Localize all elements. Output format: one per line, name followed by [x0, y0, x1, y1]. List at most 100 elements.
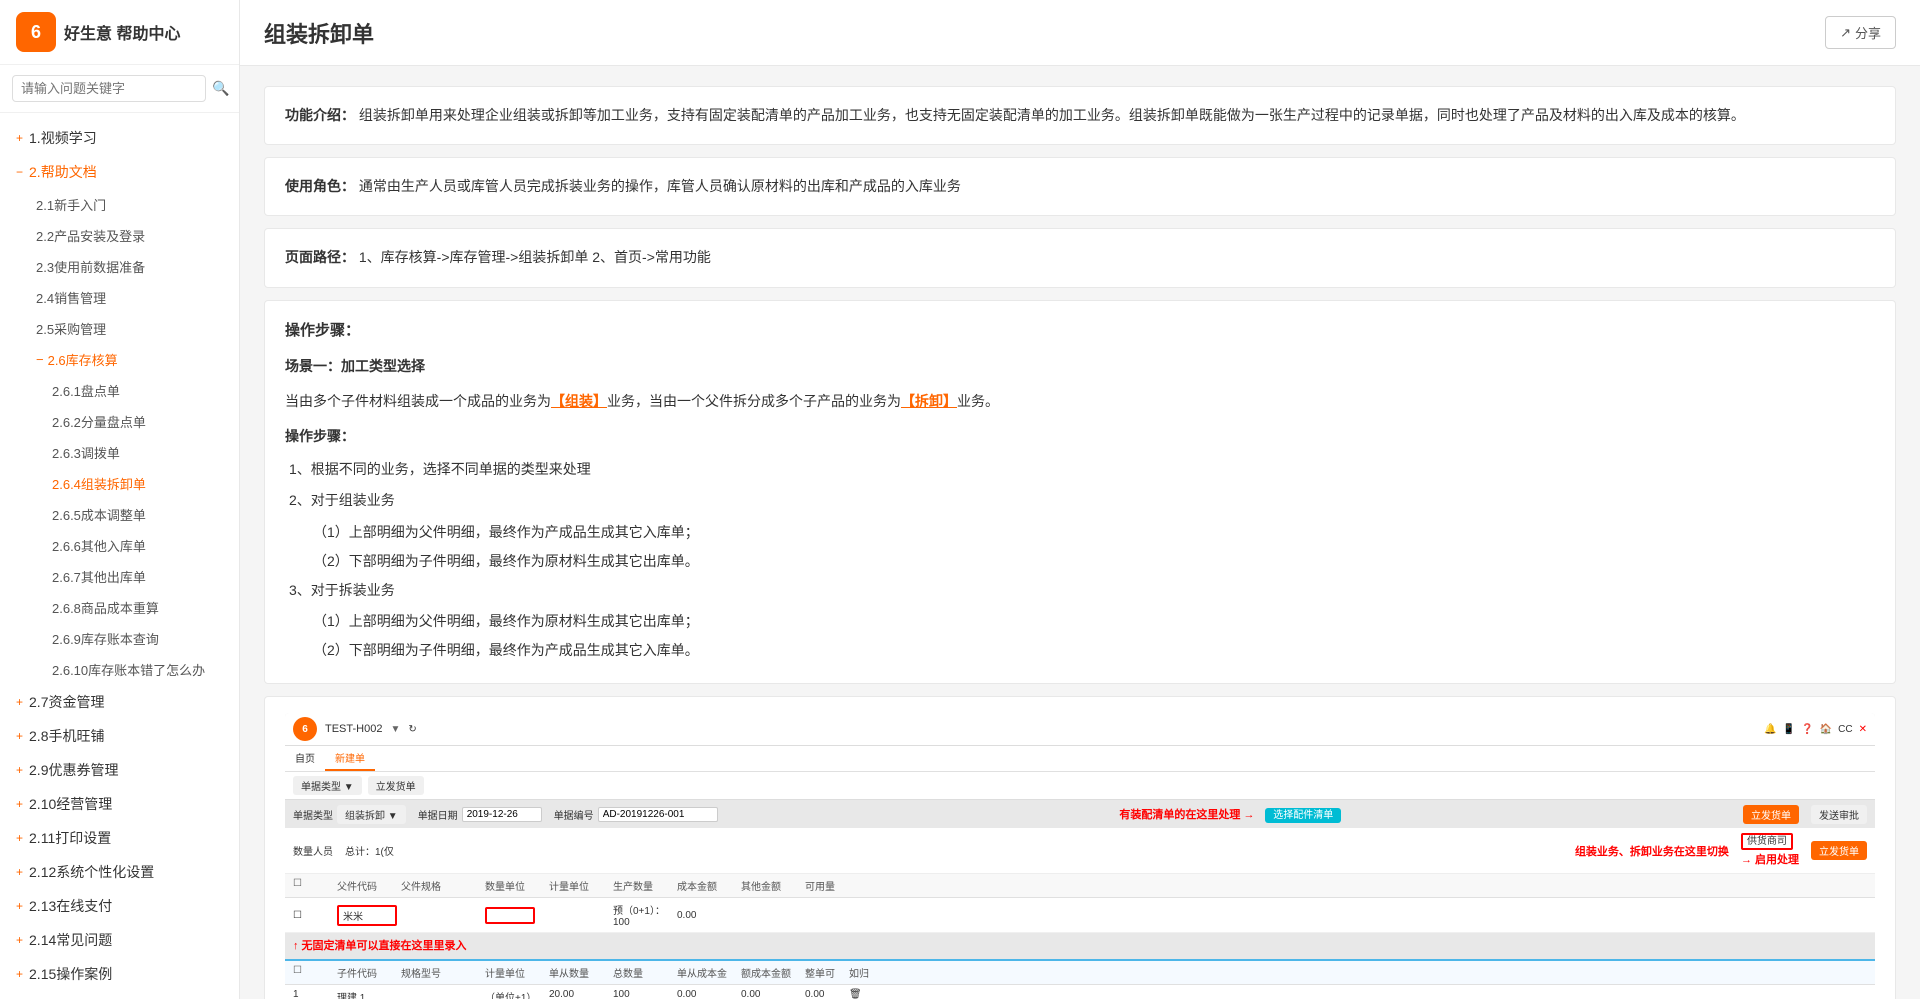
sidebar-item-2-6-5[interactable]: 2.6.5成本调整单: [0, 499, 239, 530]
sth-checkbox: ☐: [293, 965, 333, 980]
annotation-5-area: ↑ 无固定清单可以直接在这里里录入: [285, 933, 1875, 959]
sth-total-cost: 额成本金额: [741, 965, 801, 980]
minus-icon-2: −: [36, 352, 44, 367]
search-bar: 🔍: [0, 65, 239, 113]
mock-process-btn[interactable]: 立发货单: [1811, 841, 1867, 860]
mock-type-value[interactable]: 组装拆卸 ▼: [337, 805, 406, 824]
app-title: 好生意 帮助中心: [64, 20, 180, 44]
assemble-link[interactable]: 【组装】: [551, 393, 607, 409]
sidebar-item-2-3[interactable]: 2.3使用前数据准备: [0, 251, 239, 282]
sth-code: 子件代码: [337, 965, 397, 980]
td-code: 米米: [337, 905, 397, 926]
plus-icon-2-8: +: [16, 729, 23, 743]
mock-icon-1: 🔔: [1764, 724, 1776, 735]
role-text: 通常由生产人员或库管人员完成拆装业务的操作，库管人员确认原材料的出库和产成品的入…: [359, 178, 961, 194]
sidebar-item-video[interactable]: + 1.视频学习: [0, 121, 239, 155]
assemble-substeps: （1）上部明细为父件明细，最终作为产成品生成其它入库单； （2）下部明细为子件明…: [289, 520, 1875, 574]
path-text: 1、库存核算->库存管理->组装拆卸单 2、首页->常用功能: [359, 249, 711, 265]
sidebar-item-2-12[interactable]: + 2.12系统个性化设置: [0, 855, 239, 889]
sidebar-item-2-6-9[interactable]: 2.6.9库存账本查询: [0, 623, 239, 654]
sth-batch: 整单可: [805, 965, 845, 980]
sidebar-item-2-6-8[interactable]: 2.6.8商品成本重算: [0, 592, 239, 623]
intro-label: 功能介绍：: [285, 107, 355, 123]
sth-total-qty: 总数量: [613, 965, 673, 980]
search-input[interactable]: [12, 75, 206, 102]
sidebar-item-2-5[interactable]: 2.5采购管理: [0, 313, 239, 344]
mock-number-label: 单据编号: [554, 807, 594, 822]
mock-titlebar-text: TEST-H002: [325, 723, 382, 735]
td-unit-input[interactable]: [485, 907, 535, 924]
sidebar-item-2-6-7[interactable]: 2.6.7其他出库单: [0, 561, 239, 592]
annotation-4-wrapper: → 启用处理: [1741, 849, 1799, 869]
mock-form-row: 单据类型 组装拆卸 ▼ 单据日期 单据编号 有装配清单的在这里处理 → 选择配件…: [285, 800, 1875, 828]
share-button[interactable]: ↗ 分享: [1825, 16, 1896, 49]
plus-icon-2-7: +: [16, 695, 23, 709]
mock-red-input[interactable]: 供货商司: [1741, 833, 1793, 850]
mock-annotation-area: 有装配清单的在这里处理 → 选择配件清单: [730, 804, 1731, 824]
mock-confirm-btn[interactable]: 立发货单: [1743, 805, 1799, 824]
mock-icon-4: 🏠: [1820, 724, 1832, 735]
sidebar-item-2-10[interactable]: + 2.10经营管理: [0, 787, 239, 821]
search-icon[interactable]: 🔍: [212, 80, 229, 97]
plus-icon-2-11: +: [16, 831, 23, 845]
sidebar-item-2-9[interactable]: + 2.9优惠券管理: [0, 753, 239, 787]
sidebar-item-2-2[interactable]: 2.2产品安装及登录: [0, 220, 239, 251]
mock-annotation-4: 供货商司 → 启用处理: [1741, 832, 1799, 869]
sidebar-item-2-7[interactable]: + 2.7资金管理: [0, 685, 239, 719]
sidebar-item-docs[interactable]: − 2.帮助文档: [0, 155, 239, 189]
sidebar-item-2-14[interactable]: + 2.14常见问题: [0, 923, 239, 957]
sidebar-item-2-6-6[interactable]: 2.6.6其他入库单: [0, 530, 239, 561]
mock-subtable-row-1: 1 理建 1 （单位+1） 20.00 100 0.00 0.00 0.00 🗑: [285, 985, 1875, 999]
main-header: 组装拆卸单 ↗ 分享: [240, 0, 1920, 66]
mock-close[interactable]: ✕: [1859, 724, 1867, 735]
minus-icon: −: [16, 165, 23, 179]
path-label: 页面路径：: [285, 249, 355, 265]
sidebar-item-2-6-1[interactable]: 2.6.1盘点单: [0, 375, 239, 406]
plus-icon-2-12: +: [16, 865, 23, 879]
sidebar-item-2-4[interactable]: 2.4销售管理: [0, 282, 239, 313]
scene1-title: 场景一：加工类型选择: [285, 358, 425, 374]
mock-user: CC: [1838, 724, 1852, 735]
app-logo: 6: [16, 12, 56, 52]
sidebar-item-2-15[interactable]: + 2.15操作案例: [0, 957, 239, 991]
plus-icon-2-14: +: [16, 933, 23, 947]
step-2: 2、对于组装业务: [289, 488, 1875, 513]
th-other: 其他金额: [741, 878, 801, 893]
mock-date-input[interactable]: [462, 807, 542, 822]
mock-extra-btn[interactable]: 发送审批: [1811, 805, 1867, 824]
mock-tab-home[interactable]: 自页: [285, 746, 325, 771]
mock-select-btn[interactable]: 选择配件清单: [1265, 808, 1341, 823]
sidebar-header: 6 好生意 帮助中心: [0, 0, 239, 65]
mock-btn-type[interactable]: 单据类型 ▼: [293, 776, 362, 795]
mock-btn-action[interactable]: 立发货单: [368, 776, 424, 795]
sidebar-item-2-11[interactable]: + 2.11打印设置: [0, 821, 239, 855]
sidebar-item-2-6[interactable]: − 2.6库存核算: [0, 344, 239, 375]
sidebar-item-2-1[interactable]: 2.1新手入门: [0, 189, 239, 220]
assemble-step-2: （2）下部明细为子件明细，最终作为原材料生成其它出库单。: [313, 549, 1875, 574]
mock-type-label: 单据类型: [293, 807, 333, 822]
mock-table-header: ☐ 父件代码 父件规格 数量单位 计量单位 生产数量 成本金额 其他金额 可用量: [285, 874, 1875, 898]
th-code: 父件代码: [337, 878, 397, 893]
sidebar-item-2-13[interactable]: + 2.13在线支付: [0, 889, 239, 923]
sidebar-item-2-6-4[interactable]: 2.6.4组装拆卸单: [0, 468, 239, 499]
sidebar-item-2-6-3[interactable]: 2.6.3调拨单: [0, 437, 239, 468]
annotation-3-text: 组装业务、拆卸业务在这里切换: [1575, 843, 1729, 859]
mock-tab-new[interactable]: 新建单: [325, 746, 375, 771]
sidebar-item-2-8[interactable]: + 2.8手机旺铺: [0, 719, 239, 753]
disassemble-link[interactable]: 【拆卸】: [901, 393, 957, 409]
mock-logo: 6: [293, 717, 317, 741]
plus-icon-2-13: +: [16, 899, 23, 913]
td-cost: 0.00: [677, 910, 737, 921]
role-card: 使用角色： 通常由生产人员或库管人员完成拆装业务的操作，库管人员确认原材料的出库…: [264, 157, 1896, 216]
mock-qty-value: 总计：1(仅: [345, 843, 394, 858]
step-1: 1、根据不同的业务，选择不同单据的类型来处理: [289, 457, 1875, 482]
mock-icon-3: ❓: [1801, 724, 1813, 735]
assemble-step-1: （1）上部明细为父件明细，最终作为产成品生成其它入库单；: [313, 520, 1875, 545]
mock-number-input[interactable]: [598, 807, 718, 822]
mock-refresh-icon: ↻: [408, 724, 416, 735]
steps-title: 操作步骤：: [285, 317, 1875, 344]
steps-card: 操作步骤： 场景一：加工类型选择 当由多个子件材料组装成一个成品的业务为【组装】…: [264, 300, 1896, 685]
sidebar-item-2-6-10[interactable]: 2.6.10库存账本错了怎么办: [0, 654, 239, 685]
intro-card: 功能介绍： 组装拆卸单用来处理企业组装或拆卸等加工业务，支持有固定装配清单的产品…: [264, 86, 1896, 145]
sidebar-item-2-6-2[interactable]: 2.6.2分量盘点单: [0, 406, 239, 437]
